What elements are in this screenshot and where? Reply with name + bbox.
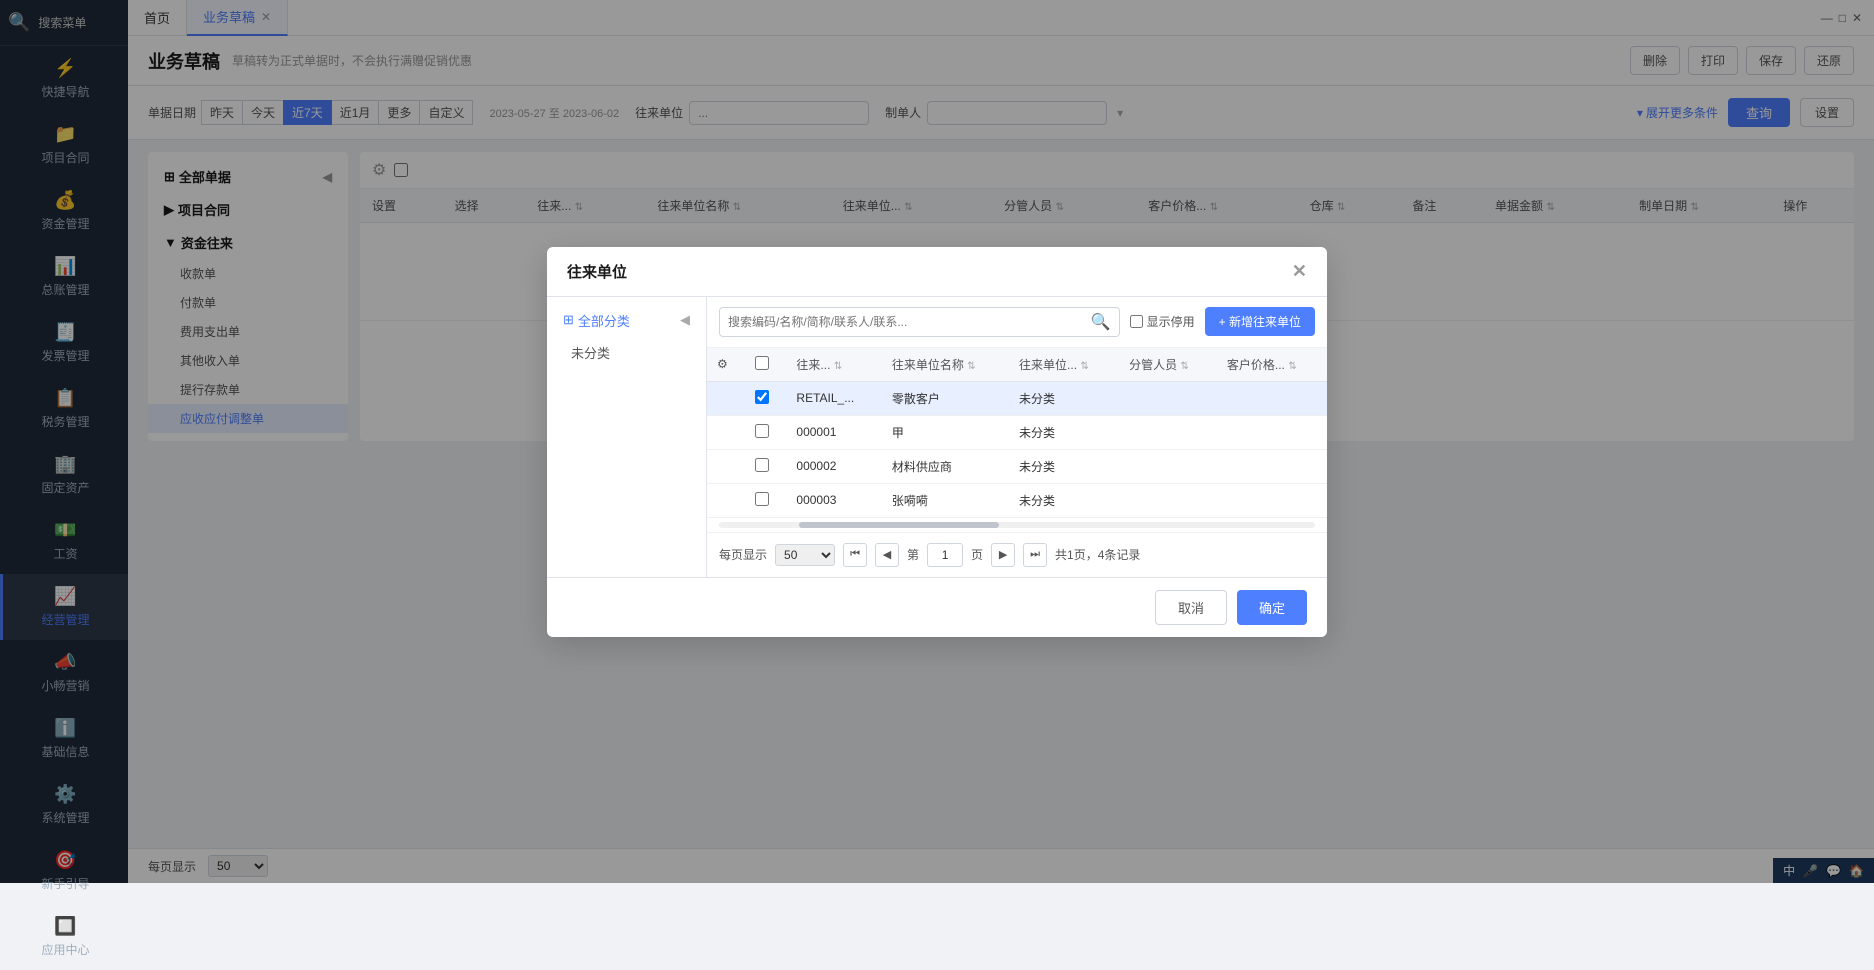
row-settings: [707, 381, 745, 415]
modal-col-category[interactable]: 往来单位... ⇅: [1009, 348, 1119, 382]
modal-body: ⊞ 全部分类 ◀ 未分类 🔍 显示停用: [547, 297, 1327, 577]
modal-col-settings: ⚙: [707, 348, 745, 382]
modal-table: ⚙ 往来... ⇅ 往来单位名称 ⇅ 往来单位... ⇅ 分管人员 ⇅ 客户价格…: [707, 348, 1327, 518]
row-price: [1217, 483, 1327, 517]
modal-table-row[interactable]: 000003 张嗬嗬 未分类: [707, 483, 1327, 517]
modal-search-input[interactable]: [728, 315, 1085, 329]
row-checkbox[interactable]: [755, 424, 769, 438]
modal-search-box: 🔍: [719, 307, 1120, 337]
row-name: 张嗬嗬: [882, 483, 1009, 517]
page-prev-button[interactable]: ◀: [875, 543, 899, 567]
modal-select-all[interactable]: [755, 356, 769, 370]
row-manager: [1119, 483, 1217, 517]
row-category: 未分类: [1009, 381, 1119, 415]
per-page-label: 每页显示: [719, 546, 767, 563]
modal-per-page-select[interactable]: 50 100: [775, 544, 835, 566]
page-first-button[interactable]: ⏮: [843, 543, 867, 567]
collapse-modal-icon[interactable]: ◀: [680, 312, 690, 328]
modal-cancel-button[interactable]: 取消: [1155, 590, 1227, 625]
grid-icon-modal: ⊞: [563, 312, 574, 328]
modal-table-row[interactable]: 000001 甲 未分类: [707, 415, 1327, 449]
modal-header: 往来单位 ✕: [547, 247, 1327, 297]
modal-show-disabled: 显示停用: [1130, 313, 1195, 330]
row-check[interactable]: [745, 483, 787, 517]
row-price: [1217, 415, 1327, 449]
page-last-button[interactable]: ⏭: [1023, 543, 1047, 567]
row-check[interactable]: [745, 415, 787, 449]
row-manager: [1119, 449, 1217, 483]
row-name: 甲: [882, 415, 1009, 449]
row-check[interactable]: [745, 381, 787, 415]
row-manager: [1119, 415, 1217, 449]
modal-dialog: 往来单位 ✕ ⊞ 全部分类 ◀ 未分类 🔍: [547, 247, 1327, 637]
search-icon[interactable]: 🔍: [1091, 312, 1111, 332]
modal-footer: 取消 确定: [547, 577, 1327, 637]
row-checkbox[interactable]: [755, 492, 769, 506]
modal-toolbar: 🔍 显示停用 + 新增往来单位: [707, 297, 1327, 348]
show-disabled-checkbox[interactable]: [1130, 315, 1143, 328]
modal-category-title[interactable]: ⊞ 全部分类 ◀: [547, 305, 706, 336]
row-checkbox[interactable]: [755, 390, 769, 404]
row-category: 未分类: [1009, 449, 1119, 483]
sidebar-label-app-center: 应用中心: [41, 941, 89, 958]
modal-col-price[interactable]: 客户价格... ⇅: [1217, 348, 1327, 382]
row-code: 000002: [786, 449, 881, 483]
row-category: 未分类: [1009, 415, 1119, 449]
row-price: [1217, 449, 1327, 483]
page-next-button[interactable]: ▶: [991, 543, 1015, 567]
modal-overlay: 往来单位 ✕ ⊞ 全部分类 ◀ 未分类 🔍: [0, 0, 1874, 883]
modal-category-label: 全部分类: [578, 311, 630, 330]
modal-col-manager[interactable]: 分管人员 ⇅: [1119, 348, 1217, 382]
pagination-total: 共1页，4条记录: [1055, 546, 1140, 563]
row-checkbox[interactable]: [755, 458, 769, 472]
show-disabled-label: 显示停用: [1147, 313, 1195, 330]
modal-confirm-button[interactable]: 确定: [1237, 590, 1307, 625]
page-label: 第: [907, 546, 919, 563]
row-code: RETAIL_...: [786, 381, 881, 415]
modal-left-panel: ⊞ 全部分类 ◀ 未分类: [547, 297, 707, 577]
page-number-input[interactable]: [927, 543, 963, 567]
modal-table-row[interactable]: RETAIL_... 零散客户 未分类: [707, 381, 1327, 415]
modal-scrollbar-thumb[interactable]: [799, 522, 999, 528]
row-category: 未分类: [1009, 483, 1119, 517]
modal-right-panel: 🔍 显示停用 + 新增往来单位 ⚙: [707, 297, 1327, 577]
modal-col-code[interactable]: 往来... ⇅: [786, 348, 881, 382]
row-code: 000001: [786, 415, 881, 449]
modal-title: 往来单位: [567, 261, 627, 282]
row-settings: [707, 483, 745, 517]
row-manager: [1119, 381, 1217, 415]
sidebar-item-app-center[interactable]: 🔲 应用中心: [0, 904, 128, 970]
modal-table-area: ⚙ 往来... ⇅ 往来单位名称 ⇅ 往来单位... ⇅ 分管人员 ⇅ 客户价格…: [707, 348, 1327, 518]
row-code: 000003: [786, 483, 881, 517]
modal-col-name[interactable]: 往来单位名称 ⇅: [882, 348, 1009, 382]
modal-col-check: [745, 348, 787, 382]
modal-category-unclassified[interactable]: 未分类: [547, 336, 706, 369]
modal-pagination: 每页显示 50 100 ⏮ ◀ 第 页 ▶ ⏭ 共1页，4条记录: [707, 532, 1327, 577]
modal-table-row[interactable]: 000002 材料供应商 未分类: [707, 449, 1327, 483]
page-suffix: 页: [971, 546, 983, 563]
gear-icon-modal[interactable]: ⚙: [717, 357, 728, 371]
row-settings: [707, 415, 745, 449]
row-name: 材料供应商: [882, 449, 1009, 483]
row-check[interactable]: [745, 449, 787, 483]
modal-close-button[interactable]: ✕: [1292, 261, 1307, 282]
row-settings: [707, 449, 745, 483]
modal-scrollbar[interactable]: [719, 522, 1315, 528]
app-center-icon: 🔲: [54, 916, 76, 937]
row-price: [1217, 381, 1327, 415]
add-counterpart-button[interactable]: + 新增往来单位: [1205, 307, 1315, 336]
row-name: 零散客户: [882, 381, 1009, 415]
